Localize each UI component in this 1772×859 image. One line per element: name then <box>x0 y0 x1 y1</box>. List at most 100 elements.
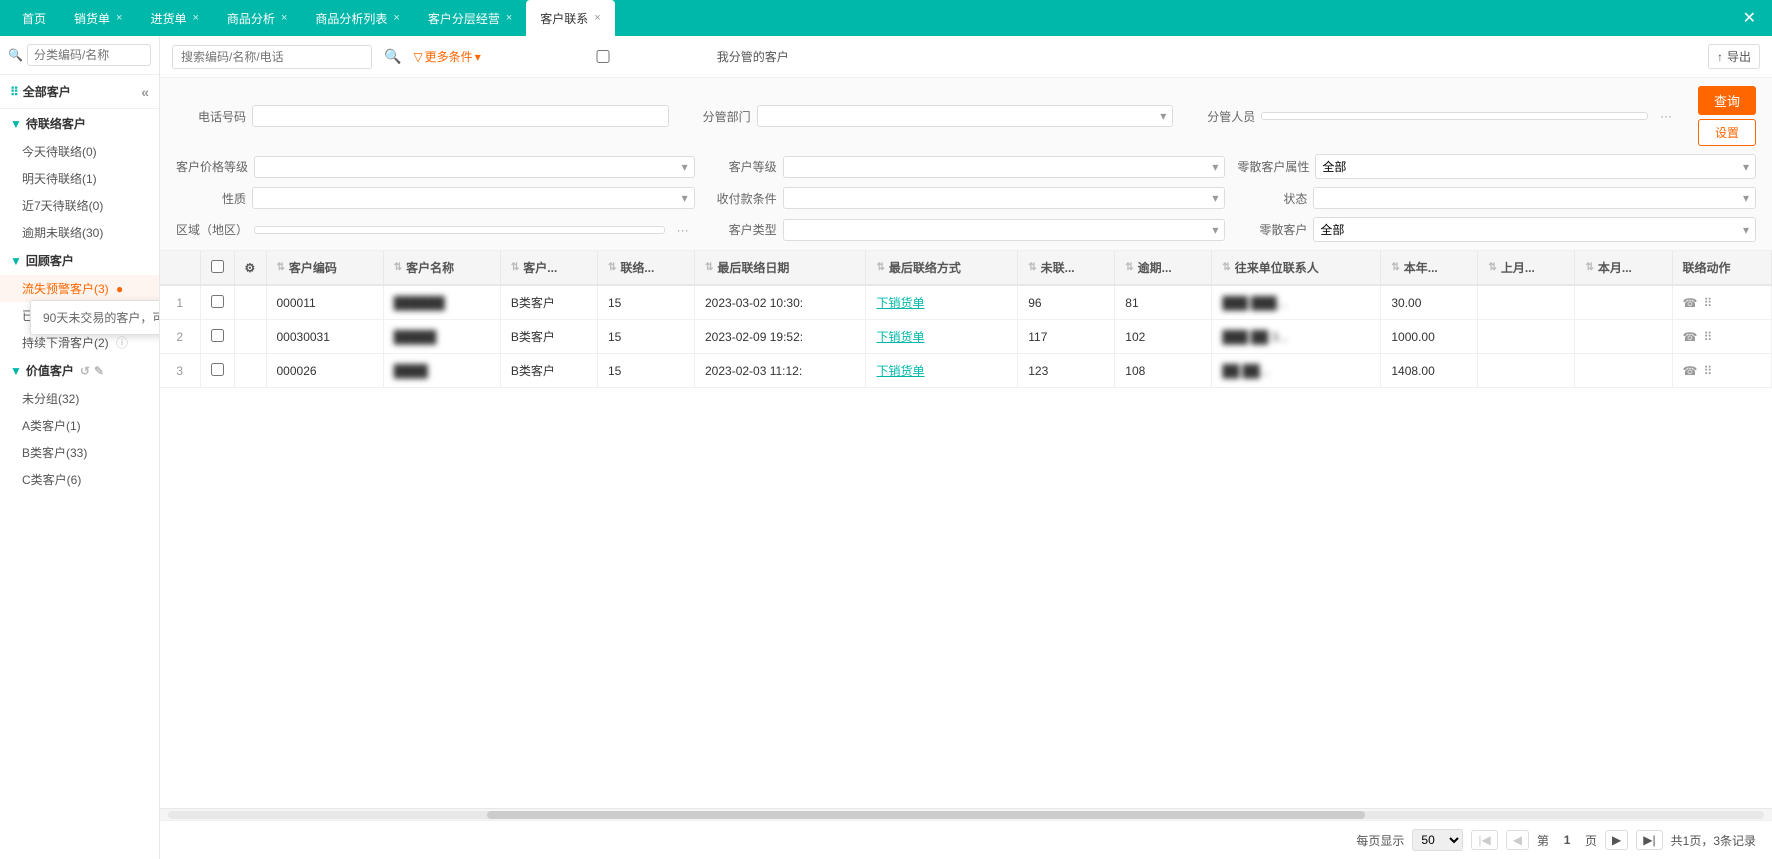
col-sort-icon-date[interactable]: ⇅ <box>705 262 713 273</box>
row-checkbox-0[interactable] <box>211 295 224 308</box>
scatter-attr-select[interactable]: 全部 ▾ <box>1315 154 1756 179</box>
sidebar-section-pending-header[interactable]: ▼ 待联络客户 <box>0 109 159 138</box>
col-sort-icon-tmonth[interactable]: ⇅ <box>1585 262 1593 273</box>
scroll-thumb[interactable] <box>487 811 1365 819</box>
tab-product-analysis-close[interactable]: × <box>281 12 287 24</box>
region-dots-btn[interactable]: ··· <box>671 221 695 239</box>
cell-method-0[interactable]: 下销货单 <box>866 285 1018 320</box>
sidebar-item-7days[interactable]: 近7天待联络(0) <box>0 192 159 219</box>
sidebar-all-customers[interactable]: ⠿ 全部客户 « <box>0 75 159 109</box>
tab-customer-contact-close[interactable]: × <box>594 12 600 24</box>
col-sort-icon-overdue[interactable]: ⇅ <box>1125 262 1133 273</box>
action-more-icon-2[interactable]: ⠿ <box>1703 364 1712 378</box>
cell-check-1[interactable] <box>200 320 234 354</box>
sidebar-item-class-b[interactable]: B类客户(33) <box>0 439 159 466</box>
action-contact-icon-1[interactable]: ☎ <box>1683 330 1698 344</box>
prev-page-button[interactable]: ◀ <box>1506 830 1529 850</box>
per-page-select[interactable]: 50 100 200 <box>1412 829 1463 851</box>
sidebar-section-value-header[interactable]: ▼ 价值客户 ↺ ✎ <box>0 356 159 385</box>
sidebar-item-today[interactable]: 今天待联络(0) <box>0 138 159 165</box>
payment-select[interactable]: ▾ <box>783 187 1226 209</box>
sidebar-item-churn-warning[interactable]: 流失预警客户(3) ● <box>0 275 159 302</box>
col-sort-icon-name[interactable]: ⇅ <box>394 262 402 273</box>
region-input[interactable] <box>254 226 665 234</box>
th-this-year: ⇅ 本年... <box>1381 251 1478 285</box>
action-contact-icon-0[interactable]: ☎ <box>1683 296 1698 310</box>
dept-select[interactable]: ▾ <box>757 105 1174 127</box>
tab-sales-close[interactable]: × <box>116 12 122 24</box>
col-sort-icon-lmonth[interactable]: ⇅ <box>1488 262 1496 273</box>
col-sort-icon-uncontacted[interactable]: ⇅ <box>1028 262 1036 273</box>
select-all-checkbox[interactable] <box>211 260 224 273</box>
filter-search-button[interactable]: 🔍 <box>384 48 401 65</box>
action-more-icon-1[interactable]: ⠿ <box>1703 330 1712 344</box>
more-conditions-button[interactable]: ▽ 更多条件 ▾ <box>413 48 480 65</box>
col-sort-icon-type[interactable]: ⇅ <box>511 262 519 273</box>
retail-select[interactable]: 全部 ▾ <box>1313 217 1756 242</box>
churn-tooltip: 90天未交易的客户，可能有流失风险。 <box>30 300 160 335</box>
sidebar-collapse-btn[interactable]: « <box>141 84 149 100</box>
manager-input[interactable] <box>1261 112 1648 120</box>
edit-icon[interactable]: ✎ <box>94 364 104 378</box>
customer-type-select[interactable]: ▾ <box>783 219 1226 241</box>
scroll-track[interactable] <box>168 811 1764 819</box>
cell-seq-1: 2 <box>160 320 200 354</box>
tab-sales[interactable]: 销货单 × <box>60 0 136 36</box>
sidebar-item-tomorrow[interactable]: 明天待联络(1) <box>0 165 159 192</box>
col-sort-icon-contact[interactable]: ⇅ <box>608 262 616 273</box>
cell-check-0[interactable] <box>200 285 234 320</box>
tab-product-list-close[interactable]: × <box>393 12 399 24</box>
sidebar-item-overdue[interactable]: 逾期未联络(30) <box>0 219 159 246</box>
refresh-icon[interactable]: ↺ <box>80 364 90 378</box>
tab-purchase-close[interactable]: × <box>192 12 198 24</box>
row-checkbox-1[interactable] <box>211 329 224 342</box>
sidebar-item-class-c[interactable]: C类客户(6) <box>0 466 159 493</box>
my-customers-checkbox[interactable] <box>493 50 713 63</box>
chevron-down-icon-level: ▾ <box>1212 160 1218 174</box>
sidebar-item-ungrouped[interactable]: 未分组(32) <box>0 385 159 412</box>
first-page-button[interactable]: |◀ <box>1471 830 1497 850</box>
col-sort-icon-code[interactable]: ⇅ <box>277 262 285 273</box>
window-close-button[interactable]: ✕ <box>1735 4 1764 32</box>
main-layout: 🔍 ⠿ 全部客户 « ▼ 待联络客户 今天待联络(0) 明天待联络(1) <box>0 36 1772 859</box>
th-unit-contact: ⇅ 往来单位联系人 <box>1212 251 1381 285</box>
row-checkbox-2[interactable] <box>211 363 224 376</box>
table-settings-icon[interactable]: ⚙ <box>245 261 256 275</box>
status-select[interactable]: ▾ <box>1313 187 1756 209</box>
query-button[interactable]: 查询 <box>1698 86 1756 115</box>
col-sort-icon-method[interactable]: ⇅ <box>876 262 884 273</box>
col-sort-icon-year[interactable]: ⇅ <box>1391 262 1399 273</box>
action-more-icon-0[interactable]: ⠿ <box>1703 296 1712 310</box>
tab-customer-contact[interactable]: 客户联系 × <box>526 0 614 36</box>
cell-check-2[interactable] <box>200 354 234 388</box>
horizontal-scrollbar[interactable] <box>160 808 1772 820</box>
last-page-button[interactable]: ▶| <box>1636 830 1662 850</box>
cell-method-1[interactable]: 下销货单 <box>866 320 1018 354</box>
search-input[interactable] <box>172 45 372 69</box>
export-button[interactable]: ↑ 导出 <box>1708 44 1760 69</box>
tab-product-list[interactable]: 商品分析列表 × <box>301 0 413 36</box>
my-customers-checkbox-area[interactable]: 我分管的客户 <box>493 48 789 65</box>
customer-level-select[interactable]: ▾ <box>783 156 1226 178</box>
tab-product-analysis[interactable]: 商品分析 × <box>213 0 301 36</box>
th-settings[interactable]: ⚙ <box>234 251 266 285</box>
sidebar-search-input[interactable] <box>27 44 151 66</box>
action-contact-icon-2[interactable]: ☎ <box>1683 364 1698 378</box>
cell-seq-0: 1 <box>160 285 200 320</box>
nature-select[interactable]: ▾ <box>252 187 695 209</box>
manager-dots-btn[interactable]: ··· <box>1654 107 1678 125</box>
sidebar-section-review-header[interactable]: ▼ 回顾客户 <box>0 246 159 275</box>
next-page-button[interactable]: ▶ <box>1605 830 1628 850</box>
th-check[interactable] <box>200 251 234 285</box>
tab-customer-segment[interactable]: 客户分层经营 × <box>414 0 526 36</box>
price-level-select[interactable]: ▾ <box>254 156 695 178</box>
tab-home[interactable]: 首页 <box>8 0 60 36</box>
sidebar-item-class-a[interactable]: A类客户(1) <box>0 412 159 439</box>
payment-label: 收付款条件 <box>707 190 777 207</box>
phone-input[interactable] <box>252 105 669 127</box>
tab-purchase[interactable]: 进货单 × <box>136 0 212 36</box>
col-sort-icon-unit[interactable]: ⇅ <box>1222 262 1230 273</box>
settings-button[interactable]: 设置 <box>1698 119 1756 146</box>
cell-method-2[interactable]: 下销货单 <box>866 354 1018 388</box>
tab-customer-segment-close[interactable]: × <box>506 12 512 24</box>
